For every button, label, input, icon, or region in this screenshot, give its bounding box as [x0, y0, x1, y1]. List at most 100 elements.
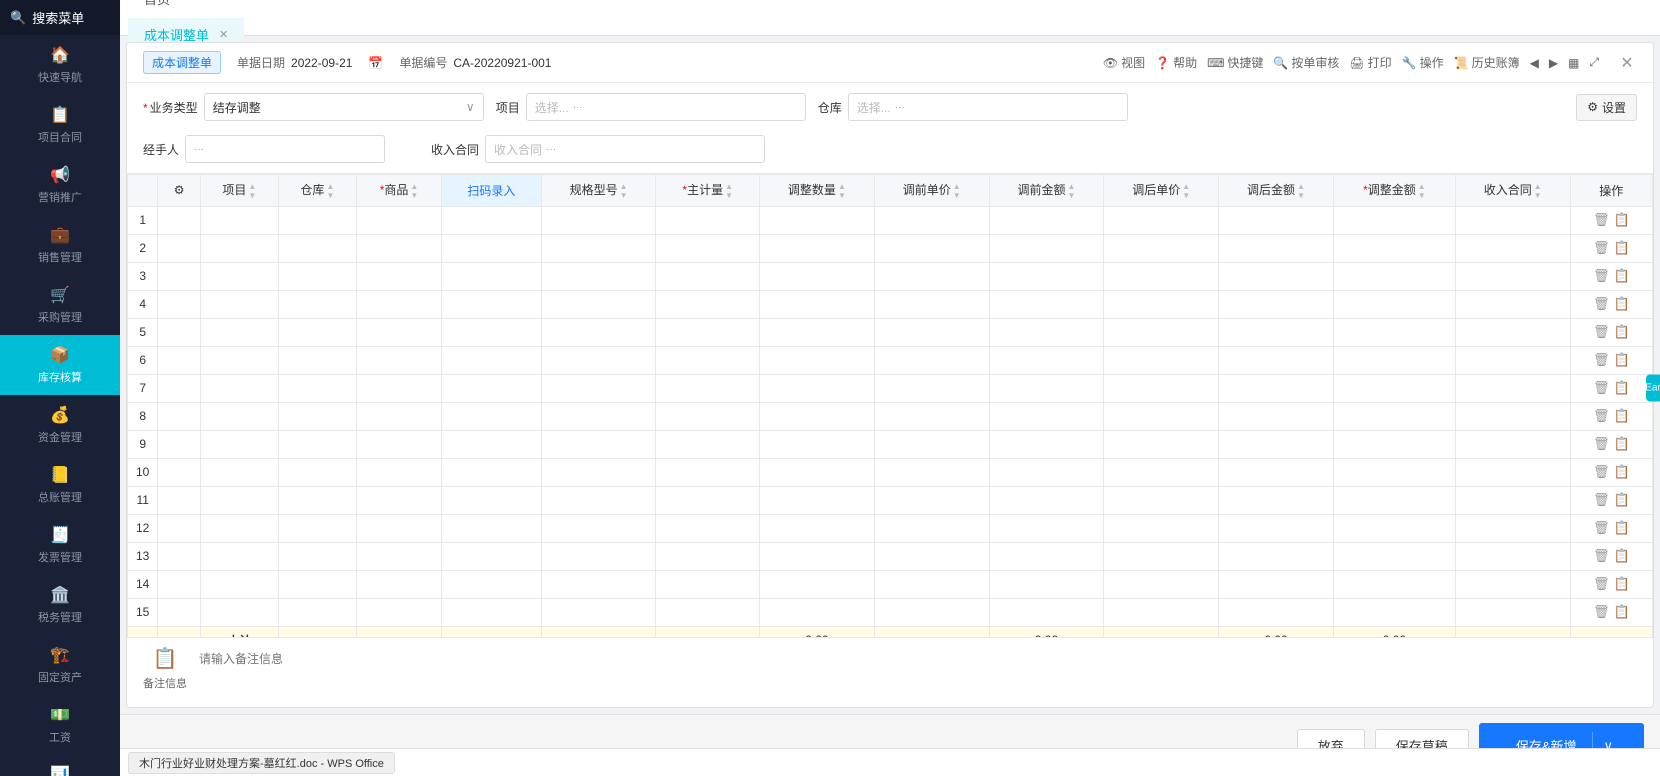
cell-product[interactable] — [356, 514, 441, 542]
cell-after_price[interactable] — [1104, 514, 1219, 542]
cell-spec[interactable] — [541, 290, 656, 318]
cell-scan[interactable] — [442, 486, 542, 514]
cell-before_price[interactable] — [874, 542, 989, 570]
cell-scan[interactable] — [442, 570, 542, 598]
cell-after_amount[interactable] — [1219, 458, 1334, 486]
cell-project[interactable] — [200, 486, 278, 514]
cell-before_price[interactable] — [874, 598, 989, 626]
cell-warehouse[interactable] — [278, 458, 356, 486]
copy-icon[interactable]: 📋 — [1613, 604, 1629, 620]
cell-adjust_amount[interactable] — [1333, 458, 1455, 486]
cell-scan[interactable] — [442, 318, 542, 346]
cell-unit[interactable] — [656, 234, 760, 262]
cell-income_contract[interactable] — [1455, 458, 1570, 486]
cell-after_price[interactable] — [1104, 290, 1219, 318]
cell-unit[interactable] — [656, 542, 760, 570]
cell-adjust_amount[interactable] — [1333, 374, 1455, 402]
copy-icon[interactable]: 📋 — [1613, 268, 1629, 284]
cell-adjust_qty[interactable] — [760, 346, 875, 374]
cell-unit[interactable] — [656, 318, 760, 346]
delete-icon[interactable]: 🗑 — [1593, 352, 1610, 368]
cell-adjust_qty[interactable] — [760, 570, 875, 598]
cell-project[interactable] — [200, 430, 278, 458]
delete-icon[interactable]: 🗑 — [1593, 436, 1610, 452]
cell-scan[interactable] — [442, 262, 542, 290]
cell-before_price[interactable] — [874, 486, 989, 514]
delete-icon[interactable]: 🗑 — [1593, 604, 1610, 620]
expand-icon[interactable]: ⤢ — [1589, 55, 1599, 70]
cell-after_price[interactable] — [1104, 262, 1219, 290]
cell-unit[interactable] — [656, 262, 760, 290]
cell-before_price[interactable] — [874, 290, 989, 318]
cell-before_amount[interactable] — [989, 570, 1104, 598]
cell-action[interactable]: 🗑📋 — [1570, 542, 1652, 570]
cell-before_price[interactable] — [874, 318, 989, 346]
sidebar-item-ops-mgmt[interactable]: 📊经营管理 — [0, 755, 120, 776]
cell-adjust_amount[interactable] — [1333, 206, 1455, 234]
cell-adjust_amount[interactable] — [1333, 542, 1455, 570]
cell-before_price[interactable] — [874, 374, 989, 402]
cell-adjust_qty[interactable] — [760, 514, 875, 542]
cell-action[interactable]: 🗑📋 — [1570, 206, 1652, 234]
delete-icon[interactable]: 🗑 — [1593, 296, 1610, 312]
cell-product[interactable] — [356, 374, 441, 402]
sidebar-item-invoice[interactable]: 🧾发票管理 — [0, 515, 120, 575]
cell-income_contract[interactable] — [1455, 402, 1570, 430]
sidebar-item-sales-mgmt[interactable]: 💼销售管理 — [0, 215, 120, 275]
sidebar-item-ledger[interactable]: 📒总账管理 — [0, 455, 120, 515]
cell-action[interactable]: 🗑📋 — [1570, 486, 1652, 514]
cell-action[interactable]: 🗑📋 — [1570, 318, 1652, 346]
cell-product[interactable] — [356, 290, 441, 318]
cell-project[interactable] — [200, 570, 278, 598]
sidebar-item-finance[interactable]: 💰资金管理 — [0, 395, 120, 455]
cell-before_amount[interactable] — [989, 318, 1104, 346]
cell-action[interactable]: 🗑📋 — [1570, 402, 1652, 430]
cell-warehouse[interactable] — [278, 346, 356, 374]
sidebar-item-project-contract[interactable]: 📋项目合同 — [0, 95, 120, 155]
cell-scan[interactable] — [442, 514, 542, 542]
cell-product[interactable] — [356, 430, 441, 458]
delete-icon[interactable]: 🗑 — [1593, 240, 1610, 256]
copy-icon[interactable]: 📋 — [1613, 436, 1629, 452]
cell-unit[interactable] — [656, 570, 760, 598]
cell-action[interactable]: 🗑📋 — [1570, 430, 1652, 458]
cell-unit[interactable] — [656, 458, 760, 486]
cell-unit[interactable] — [656, 402, 760, 430]
cell-adjust_qty[interactable] — [760, 430, 875, 458]
delete-icon[interactable]: 🗑 — [1593, 380, 1610, 396]
sidebar-item-assets[interactable]: 🏗️固定资产 — [0, 635, 120, 695]
cell-project[interactable] — [200, 206, 278, 234]
cell-scan[interactable] — [442, 290, 542, 318]
cell-income_contract[interactable] — [1455, 514, 1570, 542]
cell-adjust_qty[interactable] — [760, 402, 875, 430]
cell-after_amount[interactable] — [1219, 206, 1334, 234]
cell-project[interactable] — [200, 234, 278, 262]
cell-before_price[interactable] — [874, 430, 989, 458]
delete-icon[interactable]: 🗑 — [1593, 212, 1610, 228]
income-contract-select[interactable]: 收入合同 ··· — [485, 135, 765, 163]
cell-warehouse[interactable] — [278, 514, 356, 542]
cell-spec[interactable] — [541, 458, 656, 486]
cell-adjust_amount[interactable] — [1333, 486, 1455, 514]
tab-close-cost-adjust[interactable]: ✕ — [219, 28, 228, 41]
cell-adjust_qty[interactable] — [760, 290, 875, 318]
cell-income_contract[interactable] — [1455, 570, 1570, 598]
cell-warehouse[interactable] — [278, 318, 356, 346]
delete-icon[interactable]: 🗑 — [1593, 324, 1610, 340]
cell-income_contract[interactable] — [1455, 430, 1570, 458]
cell-product[interactable] — [356, 402, 441, 430]
cell-after_amount[interactable] — [1219, 430, 1334, 458]
cell-adjust_amount[interactable] — [1333, 318, 1455, 346]
cell-income_contract[interactable] — [1455, 206, 1570, 234]
cell-spec[interactable] — [541, 234, 656, 262]
cell-before_price[interactable] — [874, 458, 989, 486]
cell-spec[interactable] — [541, 346, 656, 374]
cell-product[interactable] — [356, 486, 441, 514]
cell-after_price[interactable] — [1104, 374, 1219, 402]
cell-before_amount[interactable] — [989, 206, 1104, 234]
cell-spec[interactable] — [541, 374, 656, 402]
cell-after_amount[interactable] — [1219, 486, 1334, 514]
copy-icon[interactable]: 📋 — [1613, 212, 1629, 228]
cell-before_price[interactable] — [874, 234, 989, 262]
cell-unit[interactable] — [656, 290, 760, 318]
